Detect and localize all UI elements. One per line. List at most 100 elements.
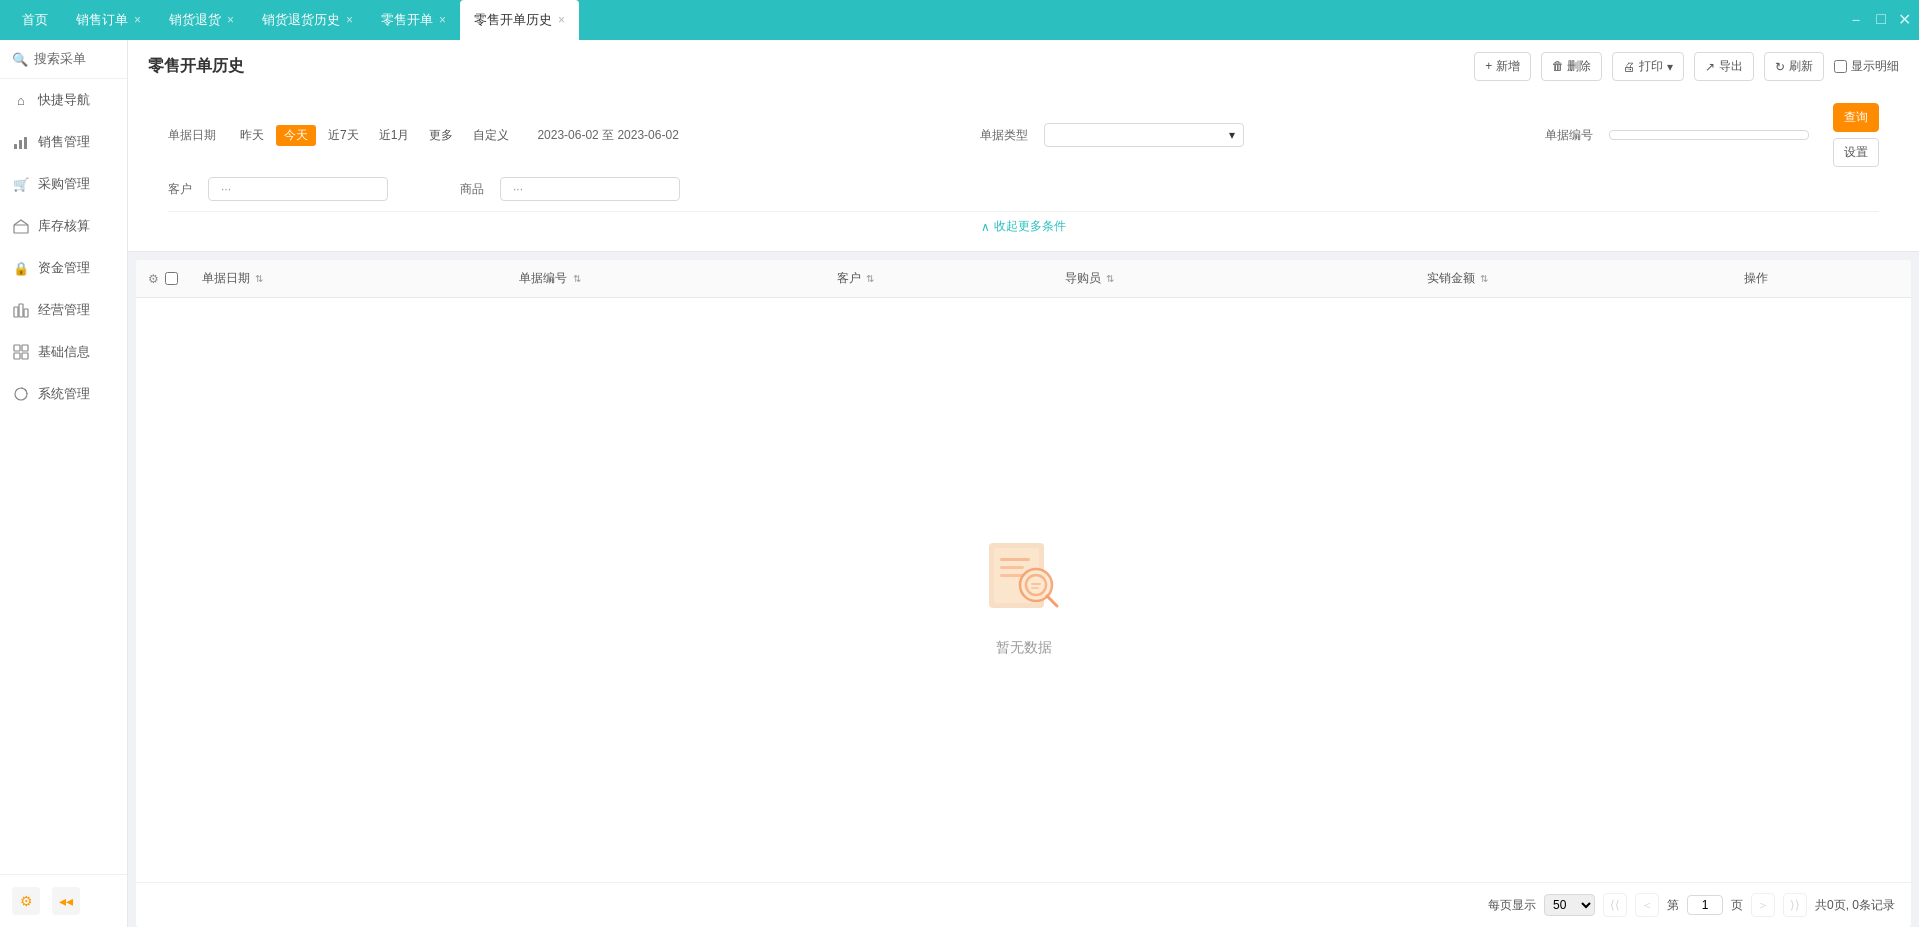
col-no-sort-icon: ⇅ (573, 273, 581, 284)
tab-sales-return-history-close[interactable]: × (346, 13, 353, 27)
sidebar-item-system[interactable]: 系统管理 (0, 373, 127, 415)
page-title: 零售开单历史 (148, 56, 244, 77)
svg-rect-1 (19, 140, 22, 149)
sidebar-item-basic-info[interactable]: 基础信息 (0, 331, 127, 373)
order-type-select[interactable]: ▾ (1044, 123, 1244, 147)
print-button[interactable]: 🖨 打印 ▾ (1612, 52, 1684, 81)
col-amount[interactable]: 实销金额 ⇅ (1415, 260, 1732, 298)
svg-rect-7 (14, 345, 20, 351)
search-icon: 🔍 (12, 52, 28, 67)
minimize-button[interactable]: － (1848, 10, 1864, 31)
settings-icon-btn[interactable]: ⚙ (12, 887, 40, 915)
current-page-input[interactable] (1687, 895, 1723, 915)
refresh-button[interactable]: ↻ 刷新 (1764, 52, 1824, 81)
select-all-checkbox[interactable] (165, 272, 178, 285)
sidebar-item-inventory[interactable]: 库存核算 (0, 205, 127, 247)
print-label: 打印 (1639, 58, 1663, 75)
settings-button[interactable]: 设置 (1833, 138, 1879, 167)
sidebar-item-sales-mgmt[interactable]: 销售管理 (0, 121, 127, 163)
svg-rect-8 (22, 345, 28, 351)
sidebar-bottom: ⚙ ◂◂ (0, 874, 127, 927)
col-date-sort-icon: ⇅ (255, 273, 263, 284)
order-no-input[interactable] (1609, 130, 1809, 140)
date-btn-custom[interactable]: 自定义 (465, 125, 517, 146)
last-page-btn[interactable]: ⟩⟩ (1783, 893, 1807, 917)
operations-icon (12, 301, 30, 319)
close-button[interactable]: ✕ (1898, 10, 1911, 31)
show-detail-input[interactable] (1834, 60, 1847, 73)
col-date[interactable]: 单据日期 ⇅ (190, 260, 507, 298)
col-date-label: 单据日期 (202, 271, 250, 285)
sidebar-item-quick-nav[interactable]: ⌂ 快捷导航 (0, 79, 127, 121)
col-customer[interactable]: 客户 ⇅ (825, 260, 1053, 298)
empty-text: 暂无数据 (996, 639, 1052, 657)
show-detail-checkbox[interactable]: 显示明细 (1834, 58, 1899, 75)
date-btn-last7[interactable]: 近7天 (320, 125, 367, 146)
sidebar-item-inventory-label: 库存核算 (38, 217, 90, 235)
tab-sales-return[interactable]: 销货退货 × (155, 0, 248, 40)
refresh-icon: ↻ (1775, 60, 1785, 74)
per-page-select[interactable]: 50 10 20 100 (1544, 894, 1595, 916)
order-no-label: 单据编号 (1545, 127, 1593, 144)
add-button[interactable]: + 新增 (1474, 52, 1530, 81)
filter-area: 单据日期 昨天 今天 近7天 近1月 更多 自定义 2023-06-02 至 2… (148, 93, 1899, 251)
window-buttons: － □ ✕ (1848, 10, 1911, 31)
tab-retail-open-history-close[interactable]: × (558, 13, 565, 27)
tab-sales-order[interactable]: 销售订单 × (62, 0, 155, 40)
tab-home-label: 首页 (22, 11, 48, 29)
svg-rect-6 (24, 309, 28, 317)
tab-retail-open[interactable]: 零售开单 × (367, 0, 460, 40)
svg-rect-20 (1031, 583, 1041, 585)
tab-sales-return-history[interactable]: 销货退货历史 × (248, 0, 367, 40)
chart-icon (12, 133, 30, 151)
page-header: 零售开单历史 + 新增 🗑 删除 🖨 打印 ▾ ↗ 导出 ↻ (128, 40, 1919, 252)
tab-retail-open-history[interactable]: 零售开单历史 × (460, 0, 579, 40)
date-btn-today[interactable]: 今天 (276, 125, 316, 146)
prev-page-btn[interactable]: ＜ (1635, 893, 1659, 917)
sidebar-search[interactable]: 🔍 搜索采单 (0, 40, 127, 79)
col-empty (1326, 260, 1415, 298)
date-btn-last-month[interactable]: 近1月 (371, 125, 418, 146)
query-button[interactable]: 查询 (1833, 103, 1879, 132)
collapse-sidebar-btn[interactable]: ◂◂ (52, 887, 80, 915)
svg-rect-9 (14, 353, 20, 359)
col-action: 操作 (1732, 260, 1911, 298)
tab-sales-return-close[interactable]: × (227, 13, 234, 27)
total-label: 共0页, 0条记录 (1815, 897, 1895, 914)
sidebar-item-basic-info-label: 基础信息 (38, 343, 90, 361)
tab-retail-open-close[interactable]: × (439, 13, 446, 27)
next-page-btn[interactable]: ＞ (1751, 893, 1775, 917)
first-page-btn[interactable]: ⟨⟨ (1603, 893, 1627, 917)
tab-retail-open-label: 零售开单 (381, 11, 433, 29)
tab-sales-return-history-label: 销货退货历史 (262, 11, 340, 29)
sidebar-item-finance[interactable]: 🔒 资金管理 (0, 247, 127, 289)
col-customer-label: 客户 (837, 271, 861, 285)
col-customer-sort-icon: ⇅ (866, 273, 874, 284)
sidebar-item-operations[interactable]: 经营管理 (0, 289, 127, 331)
sidebar-item-quick-nav-label: 快捷导航 (38, 91, 90, 109)
export-button[interactable]: ↗ 导出 (1694, 52, 1754, 81)
shopping-icon: 🛒 (12, 175, 30, 193)
col-no[interactable]: 单据编号 ⇅ (507, 260, 824, 298)
tab-sales-order-close[interactable]: × (134, 13, 141, 27)
sidebar-item-sales-mgmt-label: 销售管理 (38, 133, 90, 151)
goods-label: 商品 (460, 181, 484, 198)
sidebar: 🔍 搜索采单 ⌂ 快捷导航 销售管理 🛒 采购管理 (0, 40, 128, 927)
sidebar-item-system-label: 系统管理 (38, 385, 90, 403)
date-btn-yesterday[interactable]: 昨天 (232, 125, 272, 146)
customer-input[interactable]: ··· (208, 177, 388, 201)
col-guide[interactable]: 导购员 ⇅ (1053, 260, 1326, 298)
goods-input[interactable]: ··· (500, 177, 680, 201)
show-detail-label: 显示明细 (1851, 58, 1899, 75)
delete-button[interactable]: 🗑 删除 (1541, 52, 1602, 81)
maximize-button[interactable]: □ (1876, 10, 1886, 31)
date-btn-more[interactable]: 更多 (421, 125, 461, 146)
collapse-filter-btn[interactable]: ∧ 收起更多条件 (168, 211, 1879, 241)
tab-sales-order-label: 销售订单 (76, 11, 128, 29)
sidebar-item-purchase-mgmt[interactable]: 🛒 采购管理 (0, 163, 127, 205)
tab-home[interactable]: 首页 (8, 0, 62, 40)
export-label: 导出 (1719, 58, 1743, 75)
table-settings-icon[interactable]: ⚙ (148, 272, 159, 286)
tab-retail-open-history-label: 零售开单历史 (474, 11, 552, 29)
svg-rect-3 (14, 225, 28, 233)
